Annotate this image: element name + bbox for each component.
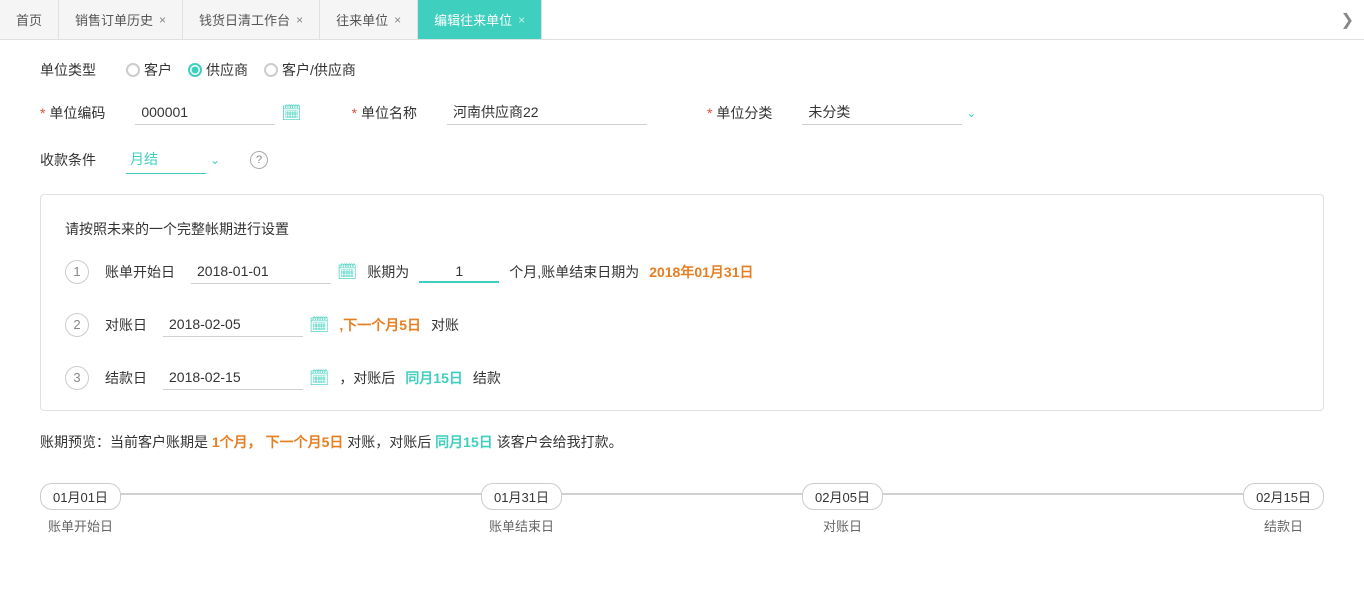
radio-customer-supplier[interactable]: 客户/供应商 — [264, 60, 356, 80]
unit-classify-chevron[interactable]: ⌄ — [966, 106, 976, 120]
timeline-date-3: 02月05日 — [802, 483, 883, 510]
step-2-label: 对账日 — [105, 315, 147, 335]
step-3-date-input[interactable] — [163, 365, 303, 390]
panel-hint: 请按照未来的一个完整帐期进行设置 — [65, 219, 1299, 239]
payment-condition-chevron[interactable]: ⌄ — [210, 153, 220, 167]
radio-customer-circle — [126, 63, 140, 77]
radio-supplier-circle — [188, 63, 202, 77]
tab-partner-unit-close[interactable]: × — [394, 13, 401, 27]
step-2-trail: 对账 — [431, 315, 459, 335]
step-2-date-input[interactable] — [163, 312, 303, 337]
step-1-date-input[interactable] — [191, 259, 331, 284]
payment-condition-value[interactable]: 月结 — [126, 145, 206, 174]
timeline-date-2: 01月31日 — [481, 483, 562, 510]
timeline-nodes: 01月01日 账单开始日 01月31日 账单结束日 02月05日 对账日 02月… — [40, 483, 1324, 535]
timeline-node-2: 01月31日 账单结束日 — [361, 483, 682, 535]
step-2-num: 2 — [65, 313, 89, 337]
unit-type-row: 单位类型 客户 供应商 客户/供应商 — [40, 60, 1324, 80]
step-1-period-input[interactable] — [419, 261, 499, 283]
step-3-row: 3 结款日 🗓 ，对账后 同月15日 结款 — [65, 365, 1299, 390]
step-2-date-group: 🗓 — [163, 312, 329, 337]
unit-name-input[interactable] — [447, 100, 647, 125]
timeline-date-1: 01月01日 — [40, 483, 121, 510]
tab-more-button[interactable]: ❯ — [1331, 0, 1364, 39]
timeline-node-4: 02月15日 结款日 — [1003, 483, 1324, 535]
step-2-row: 2 对账日 🗓 ,下一个月5日 对账 — [65, 312, 1299, 337]
tab-edit-partner[interactable]: 编辑往来单位 × — [418, 0, 542, 39]
tab-edit-partner-close[interactable]: × — [518, 13, 525, 27]
tab-partner-unit-label: 往来单位 — [336, 10, 388, 29]
step-1-label: 账单开始日 — [105, 262, 175, 282]
step-1-suffix: 个月,账单结束日期为 — [509, 262, 639, 282]
unit-code-input[interactable] — [135, 100, 275, 125]
step-2-content: 🗓 ,下一个月5日 对账 — [163, 312, 459, 337]
unit-code-label: 单位编码 — [40, 103, 105, 123]
payment-condition-group: 月结 ⌄ — [126, 145, 220, 174]
tab-home-label: 首页 — [16, 10, 42, 29]
step-3-calendar-icon[interactable]: 🗓 — [309, 368, 329, 388]
radio-customer[interactable]: 客户 — [126, 60, 172, 80]
radio-customer-supplier-label: 客户/供应商 — [282, 60, 356, 80]
preview-part1: 1个月， — [212, 434, 262, 450]
step-2-highlight: ,下一个月5日 — [339, 315, 421, 335]
tab-bar: 首页 销售订单历史 × 钱货日清工作台 × 往来单位 × 编辑往来单位 × ❯ — [0, 0, 1364, 40]
radio-customer-supplier-circle — [264, 63, 278, 77]
payment-condition-label: 收款条件 — [40, 150, 96, 170]
radio-supplier-label: 供应商 — [206, 60, 248, 80]
unit-type-radio-group: 客户 供应商 客户/供应商 — [126, 60, 356, 80]
payment-help-icon[interactable]: ? — [250, 151, 268, 169]
unit-code-group: 🗓 — [135, 100, 301, 125]
unit-type-label: 单位类型 — [40, 60, 96, 80]
preview-mid: 对账，对账后 — [347, 434, 431, 450]
step-1-row: 1 账单开始日 🗓 账期为 个月,账单结束日期为 2018年01月31日 — [65, 259, 1299, 284]
step-3-prefix: ，对账后 — [339, 368, 395, 388]
timeline-node-1: 01月01日 账单开始日 — [40, 483, 361, 535]
tab-sales-history[interactable]: 销售订单历史 × — [59, 0, 183, 39]
unit-classify-input[interactable] — [802, 100, 962, 125]
step-1-num: 1 — [65, 260, 89, 284]
tab-edit-partner-label: 编辑往来单位 — [434, 10, 512, 29]
step-3-date-group: 🗓 — [163, 365, 329, 390]
step-2-calendar-icon[interactable]: 🗓 — [309, 315, 329, 335]
tab-sales-history-label: 销售订单历史 — [75, 10, 153, 29]
timeline-label-4: 结款日 — [1264, 516, 1303, 535]
tab-cash-work-close[interactable]: × — [296, 13, 303, 27]
tab-home[interactable]: 首页 — [0, 0, 59, 39]
payment-condition-row: 收款条件 月结 ⌄ ? — [40, 145, 1324, 174]
step-1-mid-text: 账期为 — [367, 262, 409, 282]
preview-prefix: 账期预览：当前客户账期是 — [40, 434, 208, 450]
step-3-num: 3 — [65, 366, 89, 390]
unit-classify-group: ⌄ — [802, 100, 976, 125]
tab-sales-history-close[interactable]: × — [159, 13, 166, 27]
settings-panel: 请按照未来的一个完整帐期进行设置 1 账单开始日 🗓 账期为 个月,账单结束日期… — [40, 194, 1324, 411]
unit-name-label: 单位名称 — [352, 103, 417, 123]
step-3-content: 🗓 ，对账后 同月15日 结款 — [163, 365, 501, 390]
unit-classify-label: 单位分类 — [707, 103, 772, 123]
unit-info-row: 单位编码 🗓 单位名称 单位分类 ⌄ — [40, 100, 1324, 125]
step-1-calendar-icon[interactable]: 🗓 — [337, 262, 357, 282]
step-1-content: 🗓 账期为 个月,账单结束日期为 2018年01月31日 — [191, 259, 754, 284]
main-content: 单位类型 客户 供应商 客户/供应商 单位编码 🗓 单位名称 单位分类 — [0, 40, 1364, 608]
unit-code-copy-icon[interactable]: 🗓 — [281, 103, 301, 123]
timeline-label-2: 账单结束日 — [489, 516, 554, 535]
preview-text: 账期预览：当前客户账期是 1个月， 下一个月5日 对账，对账后 同月15日 该客… — [40, 431, 1324, 453]
tab-cash-work[interactable]: 钱货日清工作台 × — [183, 0, 320, 39]
timeline-label-3: 对账日 — [823, 516, 862, 535]
preview-part2: 下一个月5日 — [266, 434, 344, 450]
step-1-end-date: 2018年01月31日 — [649, 262, 753, 282]
timeline-date-4: 02月15日 — [1243, 483, 1324, 510]
preview-suffix: 该客户会给我打款。 — [497, 434, 623, 450]
tab-partner-unit[interactable]: 往来单位 × — [320, 0, 418, 39]
step-3-highlight: 同月15日 — [405, 368, 463, 388]
step-3-label: 结款日 — [105, 368, 147, 388]
timeline-node-3: 02月05日 对账日 — [682, 483, 1003, 535]
radio-supplier[interactable]: 供应商 — [188, 60, 248, 80]
radio-customer-label: 客户 — [144, 60, 172, 80]
step-3-trail: 结款 — [473, 368, 501, 388]
tab-cash-work-label: 钱货日清工作台 — [199, 10, 290, 29]
timeline-label-1: 账单开始日 — [48, 516, 113, 535]
timeline-container: 01月01日 账单开始日 01月31日 账单结束日 02月05日 对账日 02月… — [40, 473, 1324, 535]
step-1-date-group: 🗓 — [191, 259, 357, 284]
preview-part3: 同月15日 — [435, 434, 493, 450]
